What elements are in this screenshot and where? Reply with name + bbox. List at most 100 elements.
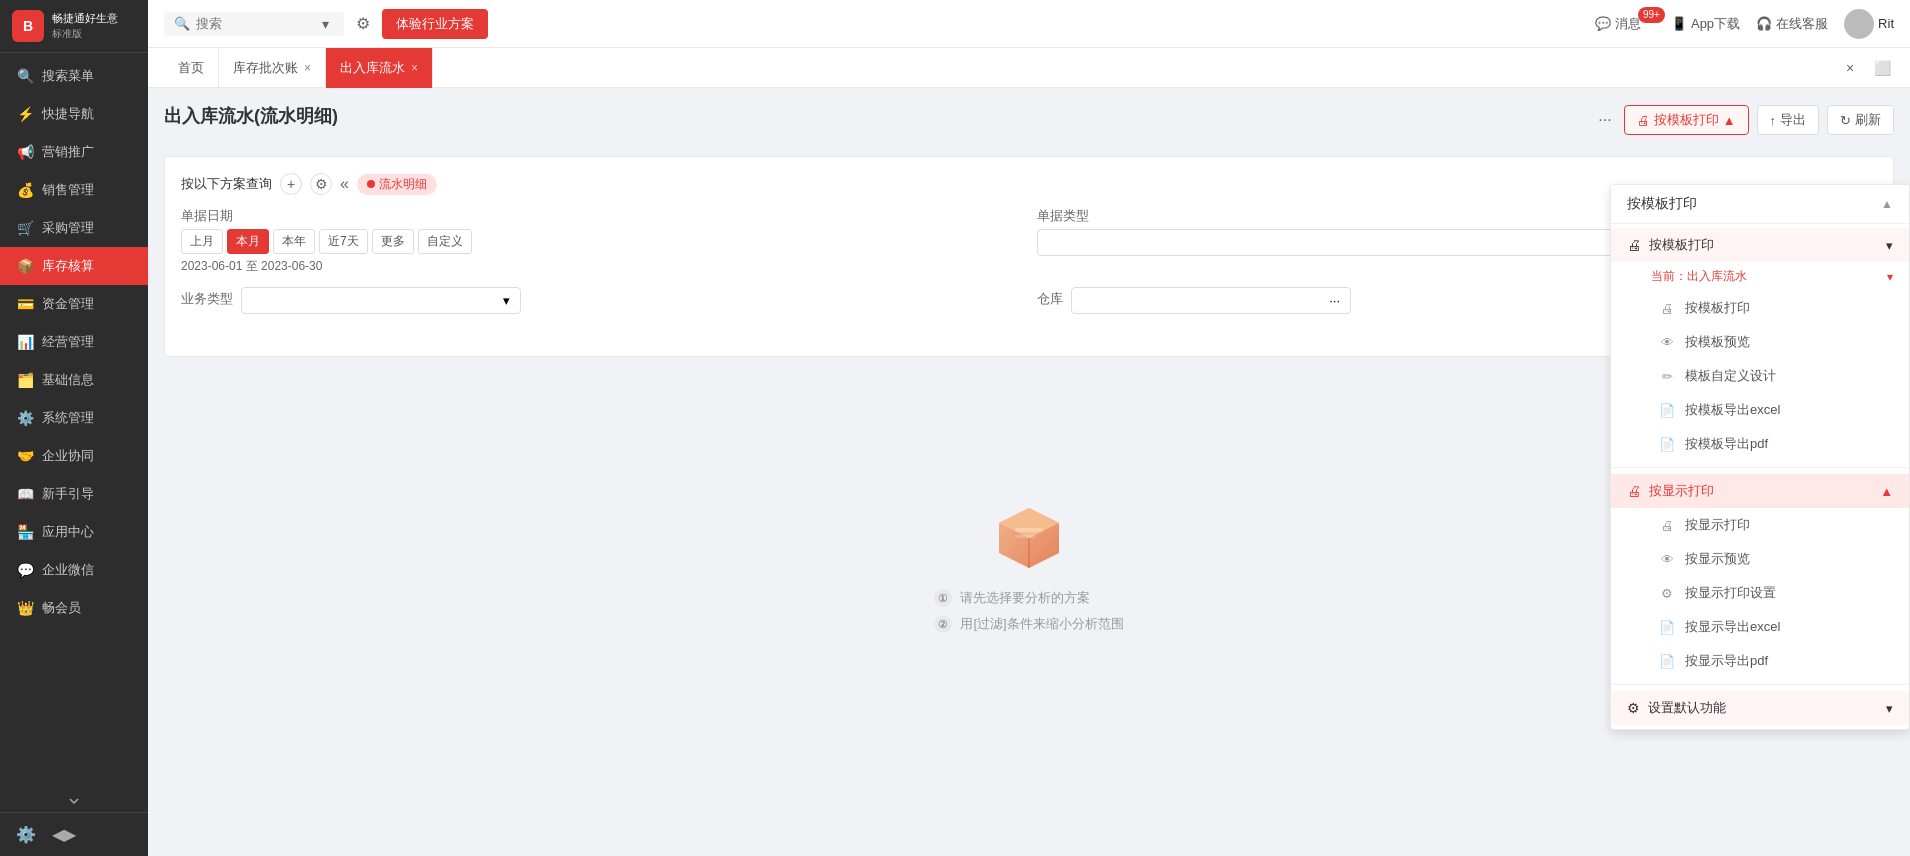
sidebar-scroll-down[interactable] <box>0 790 148 812</box>
business-type-label: 业务类型 <box>181 290 233 308</box>
inventory-icon: 📦 <box>16 257 34 275</box>
dropdown-item-template-design[interactable]: ✏ 模板自定义设计 <box>1611 359 1909 393</box>
empty-hint-1: ① 请先选择要分析的方案 <box>934 589 1123 607</box>
user-area[interactable]: Rit <box>1844 9 1894 39</box>
collapse-sidebar-icon[interactable]: ◀▶ <box>52 825 76 844</box>
sidebar-item-finance[interactable]: 💳 资金管理 <box>0 285 148 323</box>
logo-text: 畅捷通好生意 <box>52 11 118 26</box>
default-settings-section: ⚙ 设置默认功能 ▾ <box>1611 687 1909 729</box>
business-type-dropdown-icon[interactable]: ▾ <box>503 293 510 308</box>
trial-button[interactable]: 体验行业方案 <box>382 9 488 39</box>
date-current-month[interactable]: 本月 <box>227 229 269 254</box>
sidebar-item-label: 销售管理 <box>42 181 94 199</box>
export-button[interactable]: ↑ 导出 <box>1757 105 1820 135</box>
online-service-item[interactable]: 🎧 在线客服 <box>1756 15 1828 33</box>
toolbar-area: ··· 🖨 按模板打印 ▲ ↑ 导出 ↻ 刷新 <box>1594 105 1894 135</box>
sidebar-item-system[interactable]: ⚙️ 系统管理 <box>0 399 148 437</box>
topbar-search-dropdown[interactable]: ▾ <box>322 16 329 32</box>
display-print-header[interactable]: 🖨 按显示打印 ▲ <box>1611 474 1909 508</box>
sidebar: B 畅捷通好生意 标准版 🔍 搜索菜单 ⚡ 快捷导航 📢 营销推广 💰 销售管理… <box>0 0 148 856</box>
display-print-item-label: 按显示打印 <box>1685 516 1750 534</box>
content-area: 出入库流水(流水明细) ··· 🖨 按模板打印 ▲ ↑ 导出 ↻ 刷新 <box>148 88 1910 856</box>
dropdown-item-display-preview[interactable]: 👁 按显示预览 <box>1611 542 1909 576</box>
eye-icon-1: 👁 <box>1659 334 1675 350</box>
dropdown-separator-2 <box>1611 684 1909 685</box>
tab-batch[interactable]: 库存批次账 × <box>219 48 326 88</box>
sidebar-item-sales[interactable]: 💰 销售管理 <box>0 171 148 209</box>
message-icon: 💬 <box>1595 16 1611 31</box>
search-add-button[interactable]: + <box>280 173 302 195</box>
sidebar-item-purchase[interactable]: 🛒 采购管理 <box>0 209 148 247</box>
empty-hint: ① 请先选择要分析的方案 ② 用[过滤]条件来缩小分析范围 <box>934 589 1123 633</box>
dropdown-item-display-print[interactable]: 🖨 按显示打印 <box>1611 508 1909 542</box>
avatar <box>1844 9 1874 39</box>
sidebar-item-label: 企业微信 <box>42 561 94 579</box>
default-settings-header[interactable]: ⚙ 设置默认功能 ▾ <box>1611 691 1909 725</box>
business-type-input[interactable]: ▾ <box>241 287 521 314</box>
sidebar-item-basic[interactable]: 🗂️ 基础信息 <box>0 361 148 399</box>
dropdown-item-template-excel[interactable]: 📄 按模板导出excel <box>1611 393 1909 427</box>
settings-bottom-icon[interactable]: ⚙️ <box>16 825 36 844</box>
tab-batch-close[interactable]: × <box>304 61 311 75</box>
date-more[interactable]: 更多 <box>372 229 414 254</box>
sidebar-item-inventory[interactable]: 📦 库存核算 <box>0 247 148 285</box>
window-maximize-btn[interactable]: ⬜ <box>1870 56 1894 80</box>
sidebar-item-enterprise[interactable]: 🤝 企业协同 <box>0 437 148 475</box>
print-template-button[interactable]: 🖨 按模板打印 ▲ <box>1624 105 1749 135</box>
vip-icon: 👑 <box>16 599 34 617</box>
sidebar-item-operations[interactable]: 📊 经营管理 <box>0 323 148 361</box>
template-print-header[interactable]: 🖨 按模板打印 ▾ <box>1611 228 1909 262</box>
dropdown-item-template-print[interactable]: 🖨 按模板打印 <box>1611 291 1909 325</box>
dropdown-panel-title: 按模板打印 <box>1627 195 1697 213</box>
dropdown-item-template-preview[interactable]: 👁 按模板预览 <box>1611 325 1909 359</box>
template-pdf-label: 按模板导出pdf <box>1685 435 1768 453</box>
topbar-search-input[interactable] <box>196 16 316 31</box>
window-close-btn[interactable]: × <box>1838 56 1862 80</box>
search-collapse-button[interactable]: « <box>340 175 349 193</box>
dropdown-item-display-settings[interactable]: ⚙ 按显示打印设置 <box>1611 576 1909 610</box>
sales-icon: 💰 <box>16 181 34 199</box>
default-settings-icon: ⚙ <box>1627 700 1640 716</box>
tab-flow-close[interactable]: × <box>411 61 418 75</box>
headset-icon: 🎧 <box>1756 16 1772 31</box>
dropdown-panel-close-icon[interactable]: ▲ <box>1881 197 1893 211</box>
dropdown-item-template-pdf[interactable]: 📄 按模板导出pdf <box>1611 427 1909 461</box>
warehouse-ellipsis-icon[interactable]: ··· <box>1329 293 1340 308</box>
sidebar-item-guide[interactable]: 📖 新手引导 <box>0 475 148 513</box>
username-label: Rit <box>1878 16 1894 31</box>
date-7days[interactable]: 近7天 <box>319 229 368 254</box>
topbar-gear-icon[interactable]: ⚙ <box>356 14 370 33</box>
search-icon: 🔍 <box>16 67 34 85</box>
sidebar-item-vip[interactable]: 👑 畅会员 <box>0 589 148 627</box>
sidebar-item-appstore[interactable]: 🏪 应用中心 <box>0 513 148 551</box>
toolbar-ellipsis[interactable]: ··· <box>1594 107 1615 133</box>
sidebar-nav: 🔍 搜索菜单 ⚡ 快捷导航 📢 营销推广 💰 销售管理 🛒 采购管理 📦 库存核… <box>0 53 148 790</box>
app-download-label: App下载 <box>1691 15 1740 33</box>
dropdown-item-display-pdf[interactable]: 📄 按显示导出pdf <box>1611 644 1909 678</box>
date-custom[interactable]: 自定义 <box>418 229 472 254</box>
refresh-button[interactable]: ↻ 刷新 <box>1827 105 1894 135</box>
date-last-month[interactable]: 上月 <box>181 229 223 254</box>
warehouse-input[interactable]: ··· <box>1071 287 1351 314</box>
warehouse-text-input[interactable] <box>1082 293 1329 308</box>
business-type-text-input[interactable] <box>252 293 503 308</box>
basic-icon: 🗂️ <box>16 371 34 389</box>
current-template: 当前：出入库流水 ▾ <box>1611 262 1909 291</box>
topbar-search-box[interactable]: 🔍 ▾ <box>164 12 344 36</box>
sidebar-item-quicknav[interactable]: ⚡ 快捷导航 <box>0 95 148 133</box>
sidebar-item-marketing[interactable]: 📢 营销推广 <box>0 133 148 171</box>
sidebar-item-wechat[interactable]: 💬 企业微信 <box>0 551 148 589</box>
message-item[interactable]: 💬 消息 99+ <box>1595 15 1655 33</box>
sidebar-item-label: 企业协同 <box>42 447 94 465</box>
tab-home[interactable]: 首页 <box>164 48 219 88</box>
finance-icon: 💳 <box>16 295 34 313</box>
tab-flow[interactable]: 出入库流水 × <box>326 48 433 88</box>
search-settings-button[interactable]: ⚙ <box>310 173 332 195</box>
printer-icon-1: 🖨 <box>1659 300 1675 316</box>
date-field: 单据日期 上月 本月 本年 近7天 更多 自定义 2023-06-01 至 20… <box>181 207 1021 275</box>
search-tag[interactable]: 流水明细 <box>357 174 437 195</box>
sidebar-item-search[interactable]: 🔍 搜索菜单 <box>0 57 148 95</box>
dropdown-item-display-excel[interactable]: 📄 按显示导出excel <box>1611 610 1909 644</box>
app-download-item[interactable]: 📱 App下载 <box>1671 15 1740 33</box>
date-current-year[interactable]: 本年 <box>273 229 315 254</box>
